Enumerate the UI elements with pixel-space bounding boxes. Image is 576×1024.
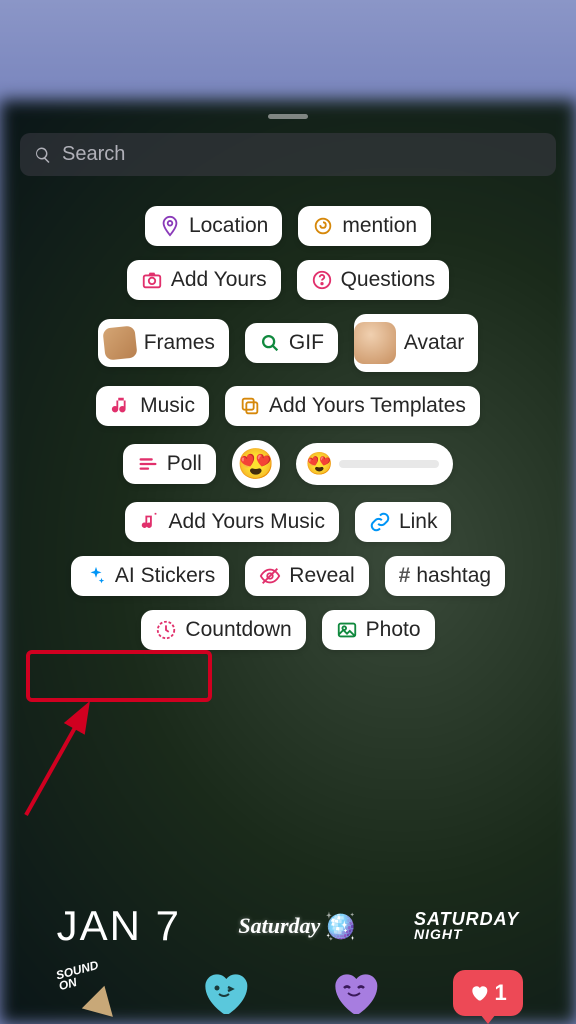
sticker-label: Location bbox=[189, 214, 268, 238]
sticker-reveal[interactable]: Reveal bbox=[245, 556, 368, 596]
sticker-frames[interactable]: Frames bbox=[98, 319, 229, 367]
sticker-link[interactable]: Link bbox=[355, 502, 452, 542]
sticker-add-yours-music[interactable]: Add Yours Music bbox=[125, 502, 339, 542]
magnify-icon bbox=[259, 332, 281, 354]
sticker-label: Reveal bbox=[289, 564, 354, 588]
hash-icon: # bbox=[399, 564, 411, 588]
sticker-label: Add Yours Music bbox=[169, 510, 325, 534]
sticker-add-yours-templates[interactable]: Add Yours Templates bbox=[225, 386, 480, 426]
sound-on-sticker[interactable]: SOUND ON bbox=[53, 963, 125, 1023]
sticker-label: mention bbox=[342, 214, 417, 238]
sheet-grabber[interactable] bbox=[268, 114, 308, 119]
date-sticker[interactable]: JAN 7 bbox=[57, 902, 181, 950]
sticker-photo[interactable]: Photo bbox=[322, 610, 435, 650]
sticker-location[interactable]: Location bbox=[145, 206, 282, 246]
photo-thumb-icon bbox=[102, 325, 137, 360]
location-pin-icon bbox=[159, 215, 181, 237]
threads-icon bbox=[312, 215, 334, 237]
sticker-label: Link bbox=[399, 510, 438, 534]
poll-icon bbox=[137, 453, 159, 475]
sticker-label: hashtag bbox=[416, 564, 491, 588]
date-sticker-strip: JAN 7 Saturday 🪩 SATURDAY NIGHT bbox=[0, 902, 576, 950]
question-icon bbox=[311, 269, 333, 291]
sticker-label: Add Yours Templates bbox=[269, 394, 466, 418]
megaphone-icon bbox=[82, 986, 124, 1024]
search-icon bbox=[34, 146, 52, 164]
sticker-poll[interactable]: Poll bbox=[123, 444, 216, 484]
disco-ball-icon: 🪩 bbox=[324, 911, 356, 942]
sticker-emoji-reaction[interactable]: 😍 bbox=[232, 440, 280, 488]
search-input[interactable] bbox=[62, 143, 542, 166]
like-count: 1 bbox=[495, 980, 507, 1006]
sticker-hashtag[interactable]: # hashtag bbox=[385, 556, 505, 596]
sticker-gif[interactable]: GIF bbox=[245, 323, 338, 363]
templates-icon bbox=[239, 395, 261, 417]
purple-heart-sticker[interactable] bbox=[322, 965, 386, 1021]
heart-eyes-emoji-icon: 😍 bbox=[306, 451, 333, 477]
sticker-countdown[interactable]: Countdown bbox=[141, 610, 305, 650]
sticker-label: Questions bbox=[341, 268, 436, 292]
sparkle-icon bbox=[85, 565, 107, 587]
sticker-picker-sheet: Location mention Add Yours Questions Fra… bbox=[4, 100, 572, 1024]
sticker-avatar[interactable]: Avatar bbox=[354, 314, 478, 372]
sticker-label: Photo bbox=[366, 618, 421, 642]
slider-track bbox=[339, 460, 439, 468]
sticker-emoji-slider[interactable]: 😍 bbox=[296, 443, 453, 485]
sticker-label: Frames bbox=[144, 331, 215, 355]
avatar-thumb-icon bbox=[354, 322, 396, 364]
like-count-sticker[interactable]: 1 bbox=[453, 970, 523, 1016]
photo-icon bbox=[336, 619, 358, 641]
sticker-add-yours[interactable]: Add Yours bbox=[127, 260, 281, 300]
sticker-mention[interactable]: mention bbox=[298, 206, 431, 246]
heart-icon bbox=[469, 983, 489, 1003]
music-note-icon bbox=[110, 395, 132, 417]
sticker-label: GIF bbox=[289, 331, 324, 355]
sticker-questions[interactable]: Questions bbox=[297, 260, 450, 300]
eye-slash-icon bbox=[259, 565, 281, 587]
sticker-label: Add Yours bbox=[171, 268, 267, 292]
camera-icon bbox=[141, 269, 163, 291]
link-icon bbox=[369, 511, 391, 533]
sticker-music[interactable]: Music bbox=[96, 386, 209, 426]
search-bar[interactable] bbox=[20, 133, 556, 176]
sticker-label: Countdown bbox=[185, 618, 291, 642]
music-plus-icon bbox=[139, 511, 161, 533]
sticker-label: Music bbox=[140, 394, 195, 418]
sticker-label: Avatar bbox=[404, 331, 464, 355]
gif-sticker-row: SOUND ON 1 bbox=[0, 954, 576, 1024]
sticker-label: Poll bbox=[167, 452, 202, 476]
blue-heart-sticker[interactable] bbox=[192, 965, 256, 1021]
sticker-ai-stickers[interactable]: AI Stickers bbox=[71, 556, 229, 596]
saturday-night-sticker[interactable]: SATURDAY NIGHT bbox=[414, 911, 519, 941]
clock-icon bbox=[155, 619, 177, 641]
saturday-sticker[interactable]: Saturday 🪩 bbox=[238, 911, 356, 942]
sticker-label: AI Stickers bbox=[115, 564, 215, 588]
